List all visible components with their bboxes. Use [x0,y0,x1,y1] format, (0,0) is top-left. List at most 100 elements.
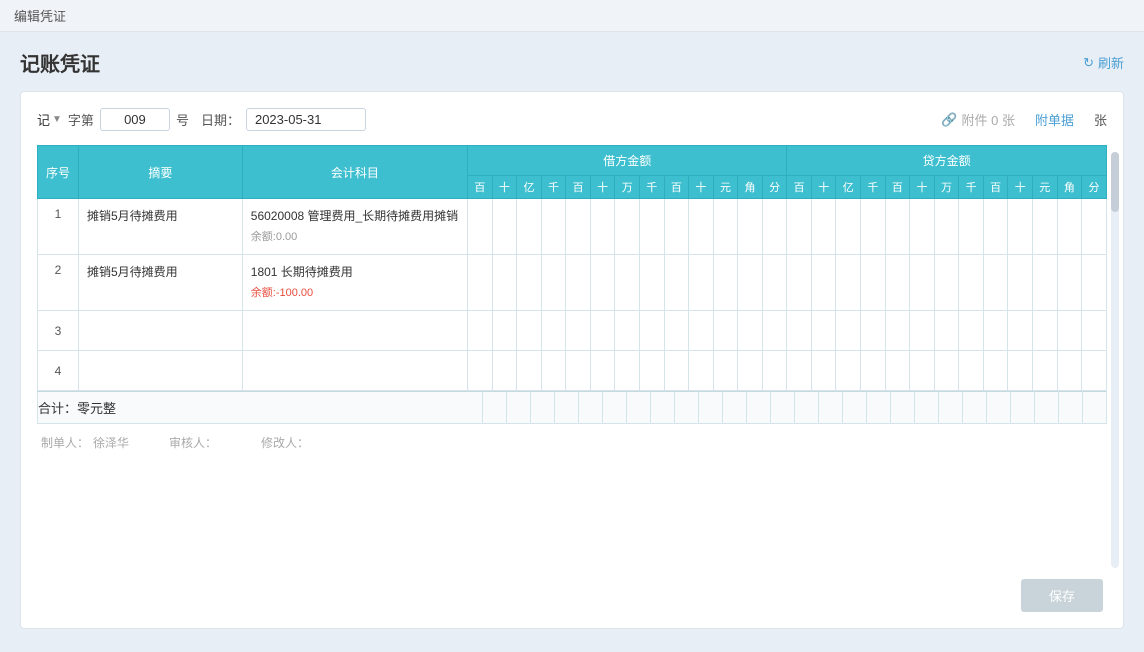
row-account[interactable] [242,351,467,391]
amount-cell[interactable] [934,351,959,391]
amount-cell[interactable] [1032,255,1057,311]
amount-cell[interactable] [762,351,787,391]
amount-cell[interactable] [885,199,910,255]
amount-cell[interactable] [1008,351,1033,391]
amount-cell[interactable] [1057,311,1082,351]
amount-cell[interactable] [959,311,984,351]
amount-cell[interactable] [762,255,787,311]
amount-cell[interactable] [738,351,763,391]
row-account[interactable] [242,311,467,351]
date-input[interactable] [246,108,366,131]
amount-cell[interactable] [1082,199,1107,255]
amount-cell[interactable] [836,351,861,391]
amount-cell[interactable] [738,199,763,255]
amount-cell[interactable] [983,199,1008,255]
amount-cell[interactable] [1082,311,1107,351]
amount-cell[interactable] [1032,311,1057,351]
amount-cell[interactable] [468,311,493,351]
row-summary[interactable]: 摊销5月待摊费用 [78,255,242,311]
row-account[interactable]: 1801 长期待摊费用余额:-100.00 [242,255,467,311]
amount-cell[interactable] [934,199,959,255]
amount-cell[interactable] [492,199,517,255]
amount-cell[interactable] [885,311,910,351]
refresh-button[interactable]: ↻ 刷新 [1083,53,1124,72]
amount-cell[interactable] [1057,199,1082,255]
amount-cell[interactable] [811,311,836,351]
row-summary[interactable] [78,351,242,391]
amount-cell[interactable] [689,199,714,255]
amount-cell[interactable] [910,199,935,255]
save-button[interactable]: 保存 [1021,579,1103,612]
number-input[interactable] [100,108,170,131]
amount-cell[interactable] [664,255,689,311]
amount-cell[interactable] [910,351,935,391]
amount-cell[interactable] [664,311,689,351]
amount-cell[interactable] [492,351,517,391]
amount-cell[interactable] [959,199,984,255]
amount-cell[interactable] [738,255,763,311]
amount-cell[interactable] [517,351,542,391]
amount-cell[interactable] [713,199,738,255]
amount-cell[interactable] [811,255,836,311]
amount-cell[interactable] [1057,255,1082,311]
amount-cell[interactable] [639,351,664,391]
amount-cell[interactable] [664,351,689,391]
amount-cell[interactable] [689,311,714,351]
amount-cell[interactable] [713,311,738,351]
amount-cell[interactable] [713,255,738,311]
amount-cell[interactable] [566,255,591,311]
scrollbar[interactable] [1111,152,1119,568]
amount-cell[interactable] [541,311,566,351]
amount-cell[interactable] [615,255,640,311]
amount-cell[interactable] [910,311,935,351]
amount-cell[interactable] [468,199,493,255]
type-dropdown[interactable]: 记 ▼ [37,110,62,129]
amount-cell[interactable] [566,199,591,255]
amount-cell[interactable] [541,255,566,311]
amount-cell[interactable] [861,199,886,255]
amount-cell[interactable] [1082,351,1107,391]
amount-cell[interactable] [615,199,640,255]
row-account[interactable]: 56020008 管理费用_长期待摊费用摊销余额:0.00 [242,199,467,255]
amount-cell[interactable] [959,351,984,391]
amount-cell[interactable] [1032,351,1057,391]
amount-cell[interactable] [861,255,886,311]
amount-cell[interactable] [934,255,959,311]
amount-cell[interactable] [590,311,615,351]
amount-cell[interactable] [836,311,861,351]
amount-cell[interactable] [836,199,861,255]
amount-cell[interactable] [590,351,615,391]
amount-cell[interactable] [639,311,664,351]
amount-cell[interactable] [639,255,664,311]
amount-cell[interactable] [861,311,886,351]
amount-cell[interactable] [1057,351,1082,391]
amount-cell[interactable] [1008,199,1033,255]
amount-cell[interactable] [541,351,566,391]
amount-cell[interactable] [615,351,640,391]
amount-cell[interactable] [934,311,959,351]
amount-cell[interactable] [787,199,812,255]
amount-cell[interactable] [787,255,812,311]
amount-cell[interactable] [541,199,566,255]
amount-cell[interactable] [517,311,542,351]
amount-cell[interactable] [983,255,1008,311]
amount-cell[interactable] [1082,255,1107,311]
amount-cell[interactable] [1008,311,1033,351]
amount-cell[interactable] [762,311,787,351]
amount-cell[interactable] [517,255,542,311]
amount-cell[interactable] [983,311,1008,351]
amount-cell[interactable] [468,351,493,391]
amount-cell[interactable] [885,255,910,311]
amount-cell[interactable] [787,311,812,351]
amount-cell[interactable] [787,351,812,391]
amount-cell[interactable] [664,199,689,255]
amount-cell[interactable] [983,351,1008,391]
row-summary[interactable]: 摊销5月待摊费用 [78,199,242,255]
amount-cell[interactable] [492,311,517,351]
amount-cell[interactable] [517,199,542,255]
amount-cell[interactable] [910,255,935,311]
row-summary[interactable] [78,311,242,351]
amount-cell[interactable] [639,199,664,255]
amount-cell[interactable] [738,311,763,351]
amount-cell[interactable] [468,255,493,311]
